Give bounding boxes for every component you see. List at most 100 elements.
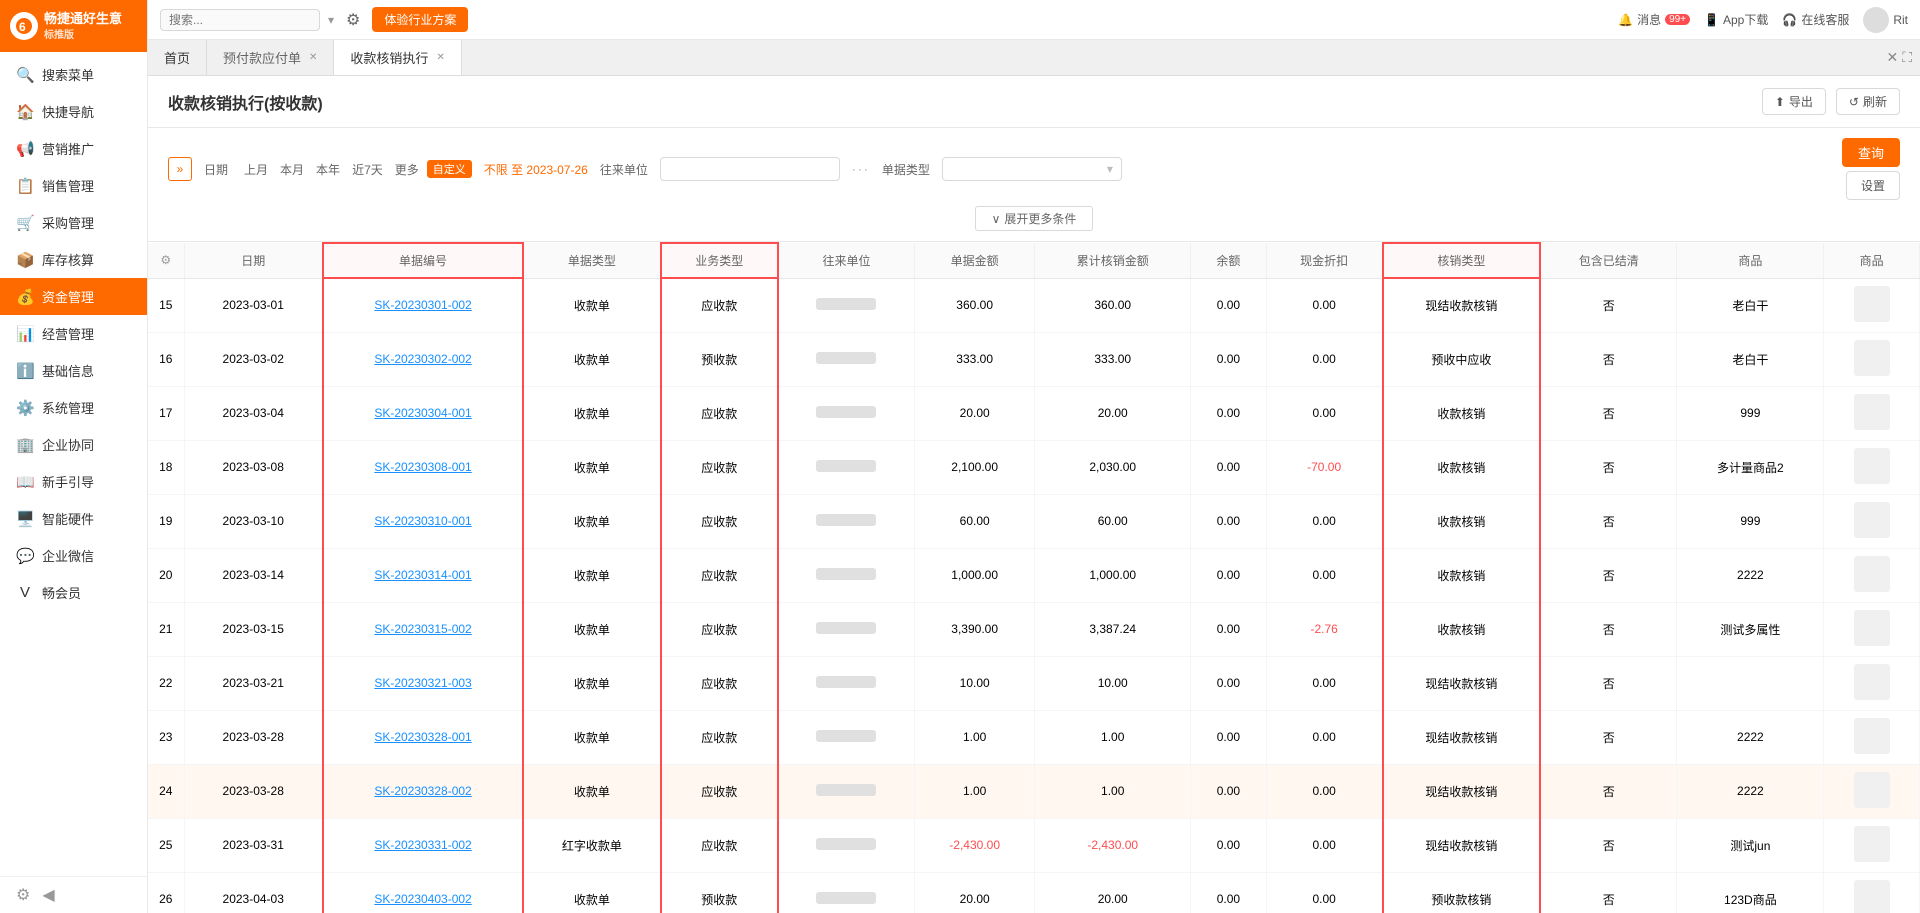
cell-biztype-3: 应收款 [661,440,778,494]
tab-expand-icon[interactable]: ⛶ [1902,49,1912,66]
cell-billtype-2: 收款单 [523,386,660,440]
cell-goods2-7 [1824,656,1920,710]
table-row[interactable]: 16 2023-03-02 SK-20230302-002 收款单 预收款 33… [148,332,1920,386]
refresh-btn[interactable]: ↺ 刷新 [1836,88,1900,115]
operation-icon: 📊 [16,325,34,343]
sidebar-item-inventory[interactable]: 📦库存核算 [0,241,147,278]
logo-text: 畅捷通好生意 [44,11,122,27]
settings-bottom-icon[interactable]: ⚙ [16,885,30,905]
sidebar-item-wechat[interactable]: 💬企业微信 [0,537,147,574]
table-row[interactable]: 23 2023-03-28 SK-20230328-001 收款单 应收款 1.… [148,710,1920,764]
table-row[interactable]: 17 2023-03-04 SK-20230304-001 收款单 应收款 20… [148,386,1920,440]
bill-no-link-7[interactable]: SK-20230321-003 [374,676,471,690]
tab-collection[interactable]: 收款核销执行 ✕ [334,40,461,75]
refresh-icon: ↺ [1849,95,1859,109]
bill-no-link-0[interactable]: SK-20230301-002 [374,298,471,312]
cell-cashdiscount-8: 0.00 [1266,710,1383,764]
sidebar-item-hardware[interactable]: 🖥️智能硬件 [0,500,147,537]
bill-no-link-10[interactable]: SK-20230331-002 [374,838,471,852]
topbar-search-input[interactable] [160,9,320,31]
table-row[interactable]: 25 2023-03-31 SK-20230331-002 红字收款单 应收款 … [148,818,1920,872]
bill-no-link-2[interactable]: SK-20230304-001 [374,406,471,420]
table-row[interactable]: 18 2023-03-08 SK-20230308-001 收款单 应收款 2,… [148,440,1920,494]
topbar-dropdown-arrow[interactable]: ▾ [328,13,334,27]
table-row[interactable]: 24 2023-03-28 SK-20230328-002 收款单 应收款 1.… [148,764,1920,818]
sidebar-item-sales[interactable]: 📋销售管理 [0,167,147,204]
cell-biztype-7: 应收款 [661,656,778,710]
bill-no-link-3[interactable]: SK-20230308-001 [374,460,471,474]
cell-goods-5: 2222 [1677,548,1824,602]
cell-goods2-9 [1824,764,1920,818]
table-row[interactable]: 21 2023-03-15 SK-20230315-002 收款单 应收款 3,… [148,602,1920,656]
bill-no-link-6[interactable]: SK-20230315-002 [374,622,471,636]
online-support-btn[interactable]: 🎧 在线客服 [1782,11,1849,28]
bill-no-link-9[interactable]: SK-20230328-002 [374,784,471,798]
page-title: 收款核销执行(按收款) [168,90,323,114]
export-btn[interactable]: ⬆ 导出 [1762,88,1826,115]
filter-bar: » 日期 上月 本月 本年 近7天 更多 自定义 不限 至 2023-07-26… [148,128,1920,242]
bill-no-link-8[interactable]: SK-20230328-001 [374,730,471,744]
topbar-gear-icon[interactable]: ⚙ [346,10,360,30]
user-avatar-area[interactable]: Rit [1863,7,1908,33]
sidebar-item-marketing[interactable]: 📢营销推广 [0,130,147,167]
sidebar-item-system[interactable]: ⚙️系统管理 [0,389,147,426]
wechat-icon: 💬 [16,547,34,565]
partner-filter-input[interactable] [660,157,840,181]
filter-settings-btn[interactable]: 设置 [1846,171,1900,200]
collection-tab-close[interactable]: ✕ [436,52,444,63]
bill-no-link-5[interactable]: SK-20230314-001 [374,568,471,582]
search-icon: 🔍 [16,66,34,84]
sidebar-item-purchase[interactable]: 🛒采购管理 [0,204,147,241]
cell-cumulative-3: 2,030.00 [1035,440,1191,494]
sidebar-item-enterprise[interactable]: 🏢企业协同 [0,426,147,463]
expand-more-btn[interactable]: ∨ 展开更多条件 [975,206,1094,231]
cell-canceltype-5: 收款核销 [1383,548,1541,602]
date-last-month[interactable]: 上月 [240,159,272,180]
th-settings[interactable]: ⚙ [148,243,184,278]
date-this-year[interactable]: 本年 [312,159,344,180]
tab-close-all-icon[interactable]: ✕ [1886,49,1898,66]
app-download-btn[interactable]: 📱 App下载 [1704,11,1768,28]
date-this-month[interactable]: 本月 [276,159,308,180]
date-range-display: 不限 至 2023-07-26 [484,161,588,178]
table-row[interactable]: 26 2023-04-03 SK-20230403-002 收款单 预收款 20… [148,872,1920,913]
table-row[interactable]: 19 2023-03-10 SK-20230310-001 收款单 应收款 60… [148,494,1920,548]
cell-balance-3: 0.00 [1191,440,1266,494]
cell-billtype-8: 收款单 [523,710,660,764]
table-row[interactable]: 20 2023-03-14 SK-20230314-001 收款单 应收款 1,… [148,548,1920,602]
sidebar-item-basic[interactable]: ℹ️基础信息 [0,352,147,389]
solution-btn[interactable]: 体验行业方案 [372,7,468,32]
filter-expand-btn[interactable]: » [168,157,192,181]
table-row[interactable]: 15 2023-03-01 SK-20230301-002 收款单 应收款 36… [148,278,1920,332]
table-row[interactable]: 22 2023-03-21 SK-20230321-003 收款单 应收款 10… [148,656,1920,710]
date-last-7days[interactable]: 近7天 [348,159,387,180]
th-amount: 单据金额 [915,243,1035,278]
cell-includesettled-8: 否 [1540,710,1677,764]
cell-goods-7 [1677,656,1824,710]
bill-no-link-11[interactable]: SK-20230403-002 [374,892,471,906]
cell-billtype-4: 收款单 [523,494,660,548]
sidebar-item-member[interactable]: V畅会员 [0,574,147,611]
cell-amount-6: 3,390.00 [915,602,1035,656]
cell-billtype-6: 收款单 [523,602,660,656]
tab-prepay[interactable]: 预付款应付单 ✕ [207,40,334,75]
collapse-icon[interactable]: ◀ [42,885,54,905]
cell-goods-3: 多计量商品2 [1677,440,1824,494]
cell-partner-2 [778,386,915,440]
sidebar-item-shortcut[interactable]: 🏠快捷导航 [0,93,147,130]
prepay-tab-close[interactable]: ✕ [309,52,317,63]
sidebar-item-operation[interactable]: 📊经营管理 [0,315,147,352]
query-btn[interactable]: 查询 [1842,138,1900,167]
bill-no-link-4[interactable]: SK-20230310-001 [374,514,471,528]
sidebar-item-finance[interactable]: 💰资金管理 [0,278,147,315]
cell-includesettled-6: 否 [1540,602,1677,656]
date-more[interactable]: 更多 [391,159,423,180]
bill-no-link-1[interactable]: SK-20230302-002 [374,352,471,366]
gear-icon[interactable]: ⚙ [160,253,171,267]
bill-type-select[interactable]: ▾ [942,157,1122,181]
sidebar-item-search[interactable]: 🔍搜索菜单 [0,56,147,93]
messages-btn[interactable]: 🔔 消息 99+ [1618,11,1690,28]
tab-home[interactable]: 首页 [148,40,207,75]
date-custom-btn[interactable]: 自定义 [427,160,472,178]
sidebar-item-newbie[interactable]: 📖新手引导 [0,463,147,500]
